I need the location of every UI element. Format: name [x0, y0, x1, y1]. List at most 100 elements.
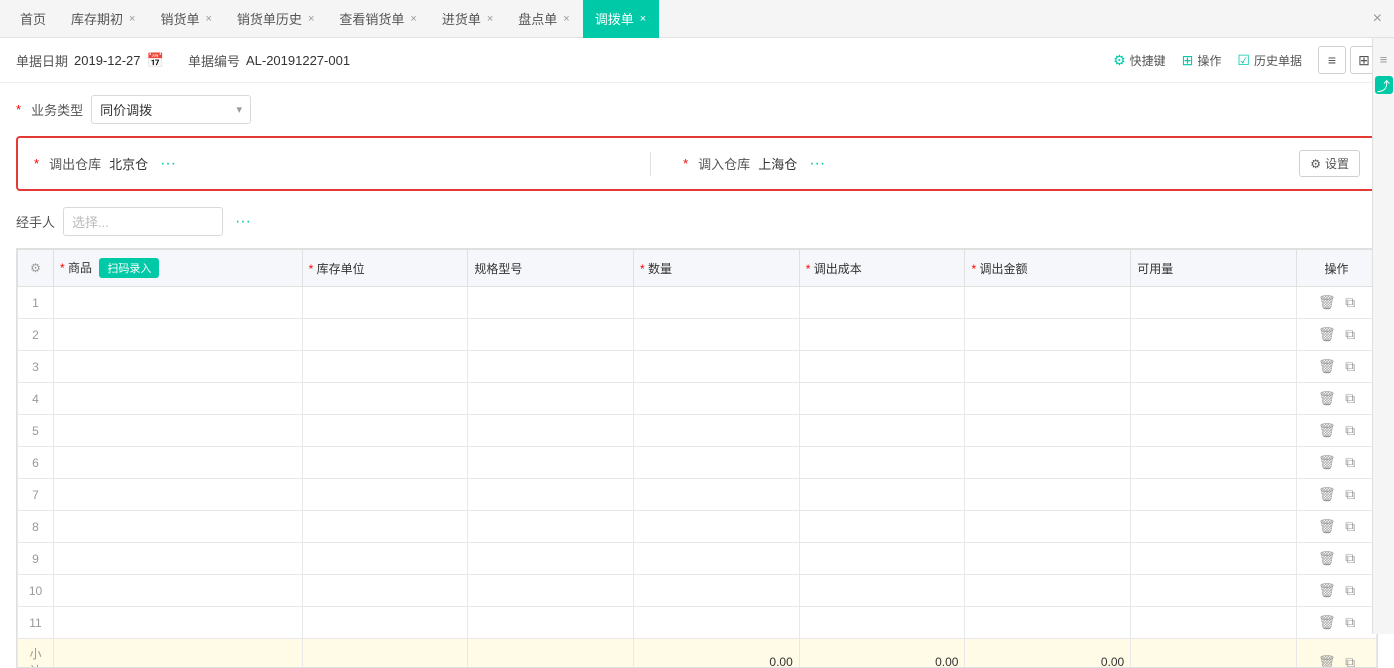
tab-inventory[interactable]: 盘点单 ×: [506, 0, 582, 38]
copy-icon[interactable]: ⧉: [1345, 614, 1355, 631]
row-qty[interactable]: [634, 287, 800, 319]
copy-icon[interactable]: ⧉: [1345, 390, 1355, 407]
delete-icon[interactable]: 🗑: [1318, 422, 1336, 439]
tab-home[interactable]: 首页: [8, 0, 59, 38]
row-amount[interactable]: [965, 479, 1131, 511]
row-spec[interactable]: [468, 511, 634, 543]
row-qty[interactable]: [634, 319, 800, 351]
row-unit[interactable]: [302, 511, 468, 543]
tab-close-purchase[interactable]: ×: [487, 13, 493, 25]
row-amount[interactable]: [965, 447, 1131, 479]
copy-icon[interactable]: ⧉: [1345, 294, 1355, 311]
sidebar-list-icon[interactable]: ≡: [1375, 50, 1393, 68]
tab-transfer[interactable]: 调拨单 ×: [583, 0, 659, 38]
row-spec[interactable]: [468, 319, 634, 351]
row-cost[interactable]: [799, 351, 965, 383]
row-goods[interactable]: [54, 575, 303, 607]
row-spec[interactable]: [468, 543, 634, 575]
tab-stock-init[interactable]: 库存期初 ×: [59, 0, 148, 38]
row-unit[interactable]: [302, 543, 468, 575]
row-available[interactable]: [1131, 319, 1297, 351]
delete-icon[interactable]: 🗑: [1318, 582, 1336, 599]
tab-sales[interactable]: 销货单 ×: [148, 0, 224, 38]
copy-icon[interactable]: ⧉: [1345, 422, 1355, 439]
row-cost[interactable]: [799, 575, 965, 607]
row-cost[interactable]: [799, 511, 965, 543]
tab-close-inventory[interactable]: ×: [563, 13, 569, 25]
tab-close-transfer[interactable]: ×: [640, 13, 646, 25]
row-available[interactable]: [1131, 351, 1297, 383]
tab-close-sales[interactable]: ×: [205, 13, 211, 25]
row-unit[interactable]: [302, 351, 468, 383]
row-spec[interactable]: [468, 383, 634, 415]
row-spec[interactable]: [468, 415, 634, 447]
settings-btn[interactable]: ⚙ 设置: [1299, 150, 1360, 177]
row-amount[interactable]: [965, 511, 1131, 543]
row-available[interactable]: [1131, 479, 1297, 511]
row-goods[interactable]: [54, 351, 303, 383]
tab-view-sales[interactable]: 查看销货单 ×: [327, 0, 429, 38]
copy-icon[interactable]: ⧉: [1345, 550, 1355, 567]
row-unit[interactable]: [302, 287, 468, 319]
calendar-icon[interactable]: 📅: [147, 52, 164, 69]
row-unit[interactable]: [302, 415, 468, 447]
row-spec[interactable]: [468, 351, 634, 383]
business-type-select[interactable]: 同价调拨 ▾: [91, 95, 251, 124]
row-available[interactable]: [1131, 511, 1297, 543]
row-spec[interactable]: [468, 479, 634, 511]
row-qty[interactable]: [634, 479, 800, 511]
row-amount[interactable]: [965, 319, 1131, 351]
row-goods[interactable]: [54, 319, 303, 351]
tab-purchase[interactable]: 进货单 ×: [430, 0, 506, 38]
row-cost[interactable]: [799, 319, 965, 351]
copy-icon[interactable]: ⧉: [1345, 326, 1355, 343]
row-qty[interactable]: [634, 415, 800, 447]
row-available[interactable]: [1131, 415, 1297, 447]
subtotal-delete-icon[interactable]: 🗑: [1318, 654, 1336, 668]
shortcuts-btn[interactable]: ⚙ 快捷键: [1113, 52, 1166, 69]
row-amount[interactable]: [965, 287, 1131, 319]
row-cost[interactable]: [799, 447, 965, 479]
row-cost[interactable]: [799, 287, 965, 319]
row-cost[interactable]: [799, 415, 965, 447]
row-qty[interactable]: [634, 383, 800, 415]
row-goods[interactable]: [54, 479, 303, 511]
tab-close-view-sales[interactable]: ×: [410, 13, 416, 25]
tab-close-sales-history[interactable]: ×: [308, 13, 314, 25]
row-goods[interactable]: [54, 287, 303, 319]
delete-icon[interactable]: 🗑: [1318, 486, 1336, 503]
row-available[interactable]: [1131, 543, 1297, 575]
row-spec[interactable]: [468, 287, 634, 319]
row-unit[interactable]: [302, 575, 468, 607]
out-dots-btn[interactable]: ···: [156, 155, 180, 173]
delete-icon[interactable]: 🗑: [1318, 390, 1336, 407]
row-goods[interactable]: [54, 415, 303, 447]
row-goods[interactable]: [54, 447, 303, 479]
row-amount[interactable]: [965, 351, 1131, 383]
delete-icon[interactable]: 🗑: [1318, 518, 1336, 535]
delete-icon[interactable]: 🗑: [1318, 550, 1336, 567]
tab-sales-history[interactable]: 销货单历史 ×: [225, 0, 327, 38]
operations-btn[interactable]: ⊞ 操作: [1182, 52, 1222, 69]
person-dots-btn[interactable]: ···: [231, 213, 255, 231]
delete-icon[interactable]: 🗑: [1318, 358, 1336, 375]
copy-icon[interactable]: ⧉: [1345, 454, 1355, 471]
in-dots-btn[interactable]: ···: [805, 155, 829, 173]
toolbar-list-btn[interactable]: ≡: [1318, 46, 1346, 74]
row-qty[interactable]: [634, 447, 800, 479]
row-unit[interactable]: [302, 383, 468, 415]
row-qty[interactable]: [634, 351, 800, 383]
close-window-icon[interactable]: ×: [1373, 10, 1382, 28]
col-settings[interactable]: ⚙: [18, 250, 54, 287]
row-amount[interactable]: [965, 543, 1131, 575]
row-amount[interactable]: [965, 575, 1131, 607]
copy-icon[interactable]: ⧉: [1345, 518, 1355, 535]
row-qty[interactable]: [634, 575, 800, 607]
history-btn[interactable]: ☑ 历史单据: [1237, 52, 1302, 69]
row-spec[interactable]: [468, 575, 634, 607]
row-available[interactable]: [1131, 447, 1297, 479]
row-amount[interactable]: [965, 415, 1131, 447]
tab-close-stock-init[interactable]: ×: [129, 13, 135, 25]
row-cost[interactable]: [799, 479, 965, 511]
row-qty[interactable]: [634, 543, 800, 575]
